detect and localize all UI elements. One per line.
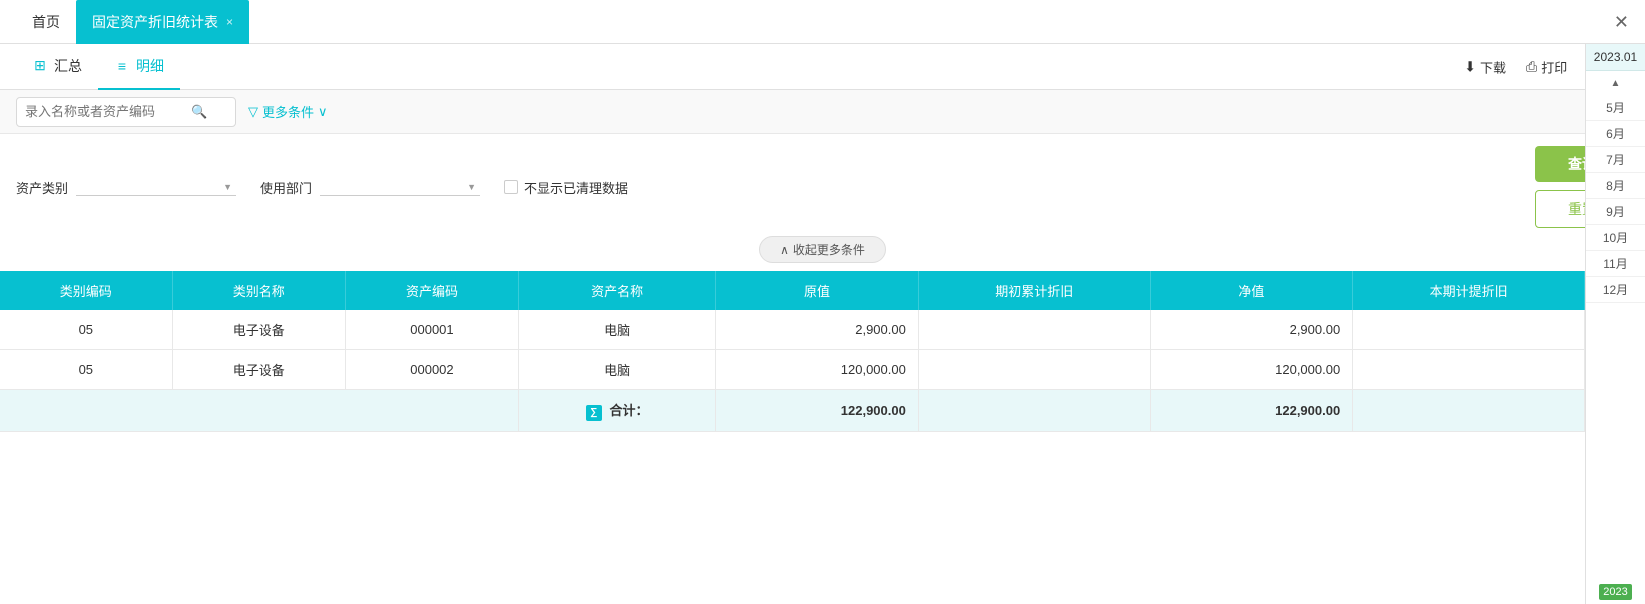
month-item-9[interactable]: 9月 [1586, 199, 1645, 225]
month-item-8[interactable]: 8月 [1586, 173, 1645, 199]
collapse-label: 收起更多条件 [793, 241, 865, 258]
search-bar: 🔍 ▽ 更多条件 ∨ [0, 90, 1645, 134]
col-accumulated-depreciation: 期初累计折旧 [918, 271, 1150, 310]
year-badge: 2023 [1599, 584, 1631, 600]
cell-current-dep-0 [1353, 310, 1585, 350]
total-label: 合计： [609, 403, 648, 418]
col-original-value: 原值 [716, 271, 919, 310]
no-cleared-label: 不显示已清理数据 [524, 178, 628, 197]
cell-asset-code-1: 000002 [345, 350, 518, 390]
total-label-cell: ∑ 合计： [519, 390, 716, 432]
cell-category-name-1: 电子设备 [172, 350, 345, 390]
table-container: 类别编码 类别名称 资产编码 资产名称 原值 期初累计折旧 净值 本期计提折旧 [0, 271, 1585, 604]
cell-category-code-0: 05 [0, 310, 172, 350]
cell-category-name-0: 电子设备 [172, 310, 345, 350]
month-item-12[interactable]: 12月 [1586, 277, 1645, 303]
total-accumulated-dep [918, 390, 1150, 432]
col-net-value: 净值 [1150, 271, 1353, 310]
tab-fixed-assets[interactable]: 固定资产折旧统计表 × [76, 0, 249, 44]
total-spacer [0, 390, 519, 432]
top-nav: 首页 固定资产折旧统计表 × ✕ [0, 0, 1645, 44]
table-row: 05 电子设备 000001 电脑 2,900.00 2,900.00 [0, 310, 1585, 350]
month-item-10[interactable]: 10月 [1586, 225, 1645, 251]
more-conditions-label: 更多条件 [262, 102, 314, 121]
download-button[interactable]: ⬇ 下载 [1464, 57, 1506, 76]
col-current-depreciation: 本期计提折旧 [1353, 271, 1585, 310]
month-item-11[interactable]: 11月 [1586, 251, 1645, 277]
cell-category-code-1: 05 [0, 350, 172, 390]
main-content: 汇总 明细 ⬇ 下载 ⎙ 打印 ↺ 刷新 [0, 44, 1645, 604]
col-category-name: 类别名称 [172, 271, 345, 310]
table-total-row: ∑ 合计： 122,900.00 122,900.00 [0, 390, 1585, 432]
cell-net-value-0: 2,900.00 [1150, 310, 1353, 350]
table-row: 05 电子设备 000002 电脑 120,000.00 120,000.00 [0, 350, 1585, 390]
asset-category-arrow-icon [223, 178, 232, 193]
use-department-select[interactable] [320, 178, 480, 196]
download-icon: ⬇ [1464, 58, 1476, 75]
window-close-button[interactable]: ✕ [1614, 12, 1629, 33]
download-label: 下载 [1480, 57, 1506, 76]
tab-summary-label: 汇总 [54, 56, 82, 76]
more-conditions-button[interactable]: ▽ 更多条件 ∨ [248, 102, 328, 121]
cell-accumulated-dep-1 [918, 350, 1150, 390]
chevron-down-icon: ∨ [318, 104, 328, 120]
use-department-label: 使用部门 [260, 178, 312, 197]
total-original-value: 122,900.00 [716, 390, 919, 432]
print-icon: ⎙ [1526, 58, 1537, 75]
date-panel-up-arrow[interactable]: ▲ [1606, 90, 1626, 93]
cell-net-value-1: 120,000.00 [1150, 350, 1353, 390]
content-area: 🔍 ▽ 更多条件 ∨ 资产类别 [0, 90, 1645, 604]
asset-category-label: 资产类别 [16, 178, 68, 197]
total-current-dep [1353, 390, 1585, 432]
search-icon: 🔍 [191, 104, 207, 120]
asset-category-filter: 资产类别 [16, 178, 236, 197]
cell-asset-code-0: 000001 [345, 310, 518, 350]
total-net-value: 122,900.00 [1150, 390, 1353, 432]
total-icon: ∑ [586, 405, 602, 421]
cell-current-dep-1 [1353, 350, 1585, 390]
home-nav-item[interactable]: 首页 [16, 0, 76, 44]
summary-icon [32, 58, 48, 74]
cell-asset-name-0: 电脑 [519, 310, 716, 350]
collapse-button[interactable]: ∧ 收起更多条件 [759, 236, 886, 263]
sub-tabs-bar: 汇总 明细 ⬇ 下载 ⎙ 打印 ↺ 刷新 [0, 44, 1645, 90]
collapse-bar: ∧ 收起更多条件 [0, 228, 1645, 271]
month-item-5[interactable]: 5月 [1586, 95, 1645, 121]
tab-close-button[interactable]: × [226, 15, 233, 29]
date-panel: 2023.01 ▲ 5月 6月 7月 8月 9月 10月 11月 12月 202… [1585, 90, 1645, 604]
collapse-icon: ∧ [780, 243, 789, 257]
asset-category-select[interactable] [76, 178, 236, 196]
col-asset-name: 资产名称 [519, 271, 716, 310]
use-department-arrow-icon [467, 178, 476, 193]
filter-area: 资产类别 使用部门 [0, 134, 1645, 228]
detail-icon [114, 58, 130, 74]
use-department-filter: 使用部门 [260, 178, 480, 197]
col-asset-code: 资产编码 [345, 271, 518, 310]
month-item-6[interactable]: 6月 [1586, 121, 1645, 147]
data-table: 类别编码 类别名称 资产编码 资产名称 原值 期初累计折旧 净值 本期计提折旧 [0, 271, 1585, 432]
tab-detail-label: 明细 [136, 56, 164, 76]
cell-accumulated-dep-0 [918, 310, 1150, 350]
no-cleared-checkbox-item[interactable]: 不显示已清理数据 [504, 178, 628, 197]
left-content: 🔍 ▽ 更多条件 ∨ 资产类别 [0, 90, 1645, 604]
search-input[interactable] [25, 104, 185, 119]
cell-asset-name-1: 电脑 [519, 350, 716, 390]
cell-original-value-1: 120,000.00 [716, 350, 919, 390]
print-button[interactable]: ⎙ 打印 [1526, 57, 1567, 76]
print-label: 打印 [1541, 57, 1567, 76]
tab-detail[interactable]: 明细 [98, 44, 180, 90]
tab-summary[interactable]: 汇总 [16, 44, 98, 90]
search-input-wrapper[interactable]: 🔍 [16, 97, 236, 127]
filter-row-1: 资产类别 使用部门 [16, 146, 1629, 228]
cell-original-value-0: 2,900.00 [716, 310, 919, 350]
month-item-7[interactable]: 7月 [1586, 147, 1645, 173]
filter-icon: ▽ [248, 104, 258, 120]
no-cleared-checkbox[interactable] [504, 180, 518, 194]
tab-label: 固定资产折旧统计表 [92, 12, 218, 32]
col-category-code: 类别编码 [0, 271, 172, 310]
table-header-row: 类别编码 类别名称 资产编码 资产名称 原值 期初累计折旧 净值 本期计提折旧 [0, 271, 1585, 310]
